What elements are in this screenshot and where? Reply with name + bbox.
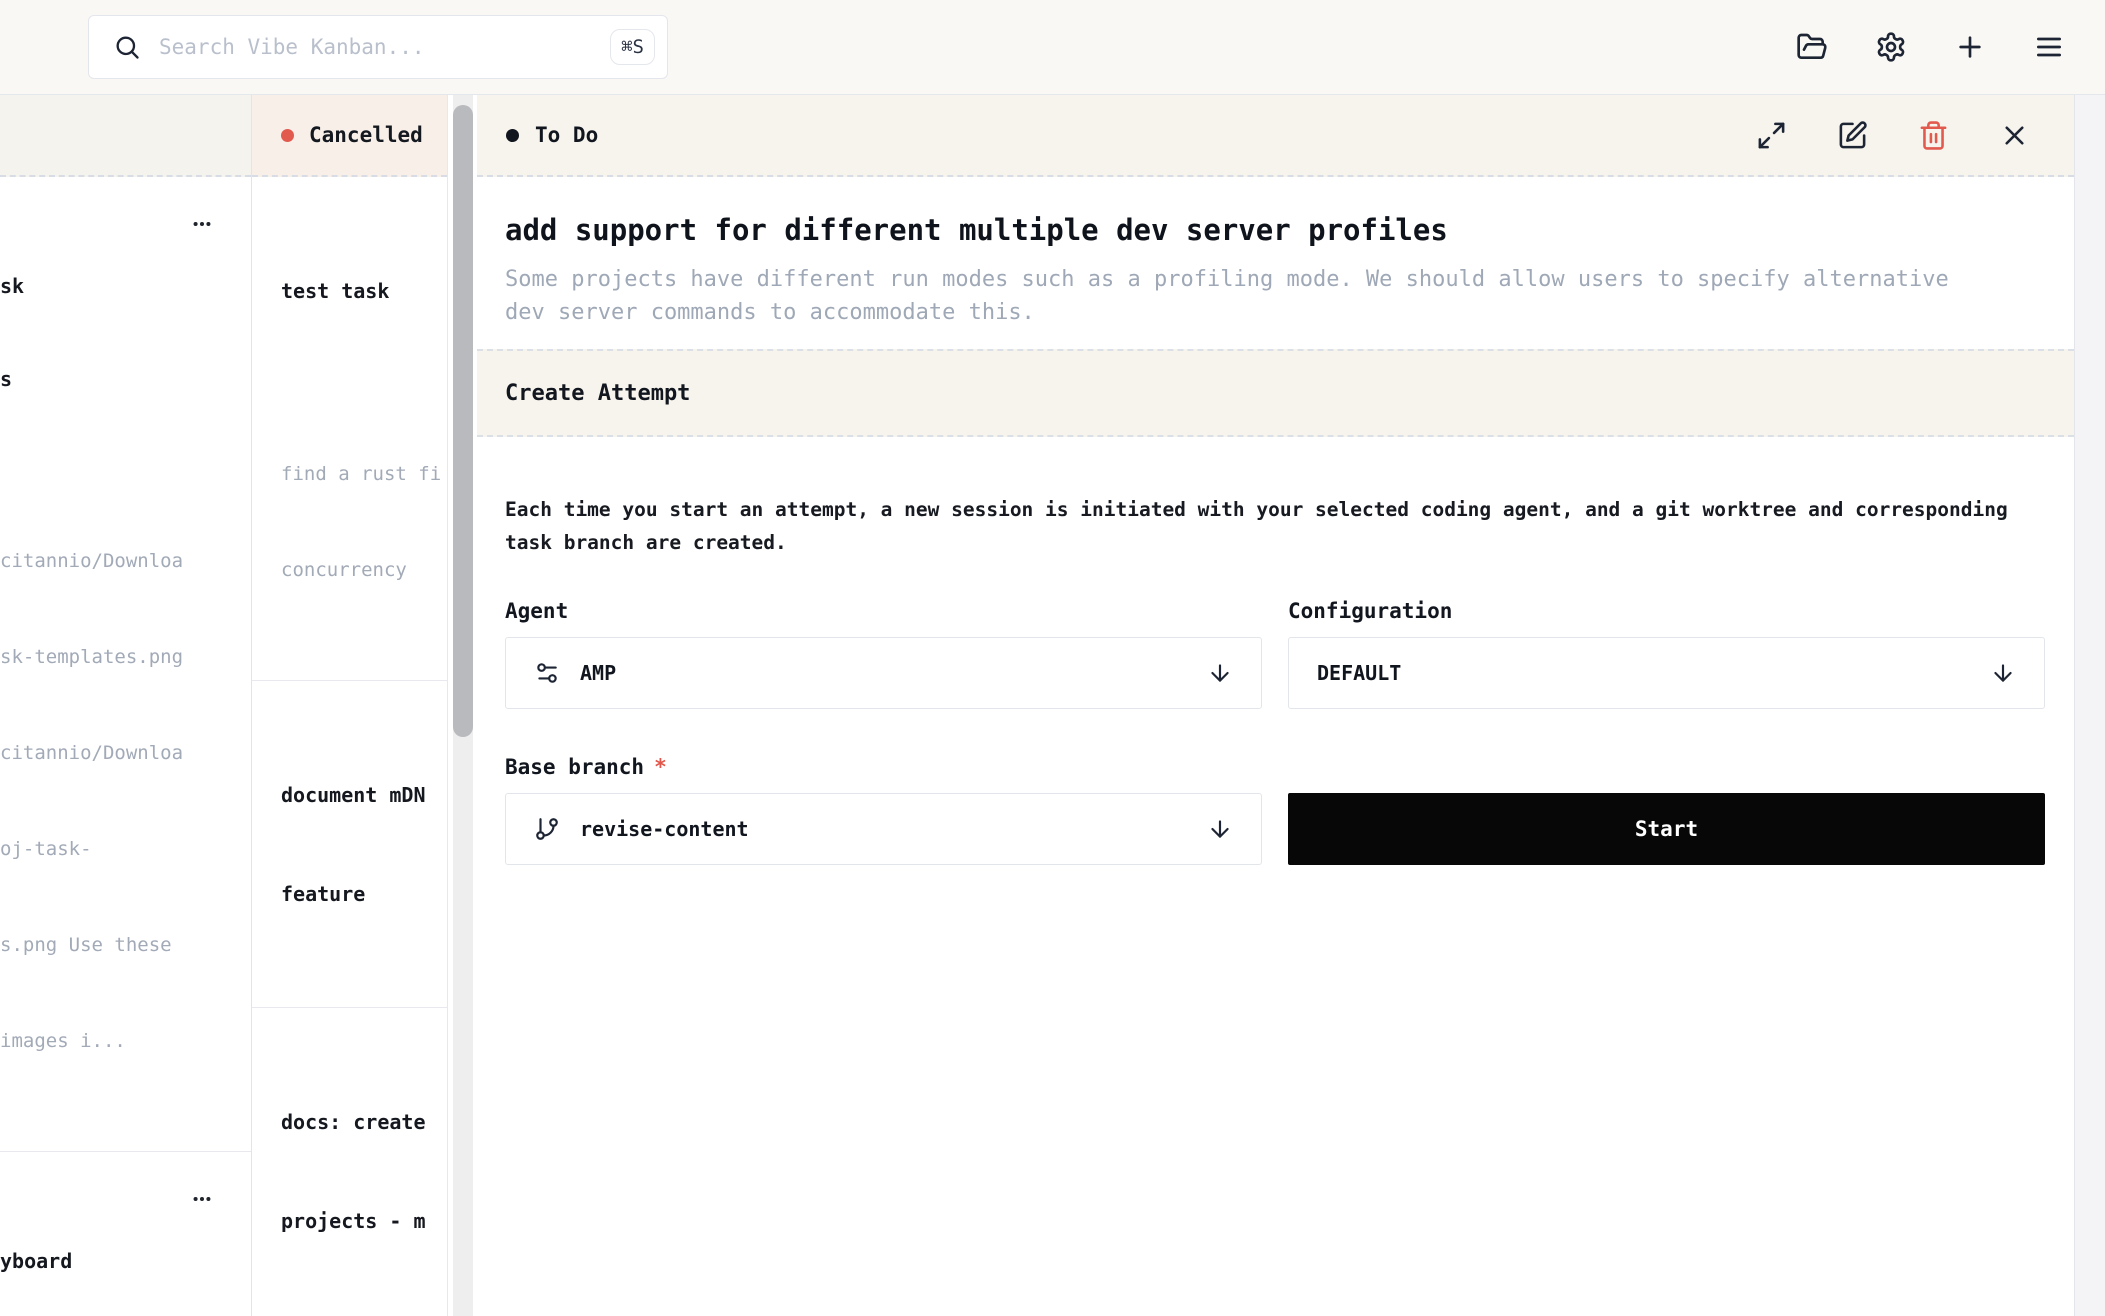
delete-icon[interactable]	[1918, 120, 1949, 151]
cancelled-dot-icon	[281, 128, 294, 142]
status-badge: To Do	[506, 123, 598, 147]
app-window: Search Vibe Kanban... ⌘S sk s citannio/D…	[0, 0, 2105, 1316]
task-title: add support for different multiple dev s…	[505, 213, 1448, 247]
column-cards-left: sk s citannio/Downloa sk-templates.png c…	[0, 177, 251, 1316]
close-icon[interactable]	[1999, 120, 2030, 151]
todo-dot-icon	[506, 128, 519, 142]
more-options-icon[interactable]	[191, 1188, 213, 1210]
search-shortcut-badge: ⌘S	[610, 29, 655, 65]
add-icon[interactable]	[1954, 31, 1986, 63]
menu-icon[interactable]	[2033, 31, 2065, 63]
sliders-icon	[537, 663, 557, 683]
column-cards-cancelled: test task find a rust fi concurrency doc…	[252, 177, 447, 1316]
start-button[interactable]: Start	[1288, 793, 2045, 865]
card-title-line: projects - m	[281, 1209, 426, 1233]
card-desc-line: find a rust fi	[281, 463, 442, 485]
agent-value: AMP	[580, 661, 617, 685]
top-bar: Search Vibe Kanban... ⌘S	[0, 0, 2105, 95]
base-branch-label: Base branch *	[505, 755, 667, 779]
panel-right-gutter	[2075, 95, 2105, 1316]
more-options-icon[interactable]	[191, 213, 213, 235]
column-header-left	[0, 95, 251, 177]
task-detail-panel: To Do add support for different multiple…	[477, 95, 2075, 1316]
panel-actions	[1756, 120, 2030, 151]
card-title-line: yboard	[0, 1249, 73, 1273]
task-card[interactable]: sk s citannio/Downloa sk-templates.png c…	[0, 177, 251, 1151]
task-card[interactable]: test task find a rust fi concurrency	[252, 177, 447, 680]
create-attempt-form: Agent Configuration AMP DEFAULT Base bra…	[505, 599, 2045, 865]
search-input[interactable]: Search Vibe Kanban... ⌘S	[88, 15, 668, 79]
base-branch-select[interactable]: revise-content	[505, 793, 1262, 865]
card-desc-line: citannio/Downloa	[0, 742, 184, 764]
task-card[interactable]: yboard s oracle to the codebase and w th…	[0, 1151, 251, 1316]
scrollbar-track[interactable]	[452, 95, 473, 1316]
card-desc-line: oj-task-	[0, 838, 92, 860]
create-attempt-section-header: Create Attempt	[477, 349, 2074, 437]
arrow-down-icon	[1211, 820, 1229, 838]
kanban-column-cancelled: Cancelled test task find a rust fi concu…	[252, 95, 448, 1316]
status-label: To Do	[535, 123, 599, 147]
card-desc-line: citannio/Downloa	[0, 550, 184, 572]
attempt-info-text: Each time you start an attempt, a new se…	[505, 498, 2008, 554]
card-title-line: document mDN	[281, 783, 426, 807]
board-scrollbar-gutter	[448, 95, 477, 1316]
column-label: Cancelled	[309, 123, 423, 147]
agent-label: Agent	[505, 599, 569, 623]
git-branch-icon	[536, 818, 558, 840]
edit-icon[interactable]	[1837, 120, 1868, 151]
topbar-actions	[1796, 31, 2065, 63]
configuration-value: DEFAULT	[1317, 661, 1402, 685]
panel-header: To Do	[477, 95, 2074, 177]
search-placeholder: Search Vibe Kanban...	[159, 35, 425, 59]
required-mark: *	[654, 755, 667, 779]
configuration-select[interactable]: DEFAULT	[1288, 637, 2045, 709]
card-title-line: test task	[281, 279, 390, 303]
card-title-line: feature	[281, 882, 366, 906]
card-desc-line: images i...	[0, 1030, 126, 1052]
expand-icon[interactable]	[1756, 120, 1787, 151]
card-title-line: sk	[0, 274, 25, 298]
settings-gear-icon[interactable]	[1875, 31, 1907, 63]
search-icon	[116, 36, 139, 59]
base-branch-value: revise-content	[580, 817, 749, 841]
task-card[interactable]: document mDN feature	[252, 680, 447, 1007]
arrow-down-icon	[1211, 664, 1229, 682]
scrollbar-thumb[interactable]	[452, 105, 473, 737]
kanban-column-left: sk s citannio/Downloa sk-templates.png c…	[0, 95, 252, 1316]
task-card[interactable]: docs: create projects - m docs/user- gui…	[252, 1007, 447, 1316]
card-desc-line: s.png Use these	[0, 934, 172, 956]
kanban-board: sk s citannio/Downloa sk-templates.png c…	[0, 95, 2105, 1316]
configuration-label: Configuration	[1288, 599, 1453, 623]
section-title: Create Attempt	[505, 380, 691, 406]
task-description: Some projects have different run modes s…	[505, 267, 1949, 325]
column-header-cancelled: Cancelled	[252, 95, 447, 177]
folder-open-icon[interactable]	[1796, 31, 1828, 63]
arrow-down-icon	[1994, 664, 2012, 682]
card-title-line: s	[0, 367, 13, 391]
agent-select[interactable]: AMP	[505, 637, 1262, 709]
card-desc-line: concurrency	[281, 559, 407, 581]
card-desc-line: sk-templates.png	[0, 646, 184, 668]
card-title-line: docs: create	[281, 1110, 426, 1134]
